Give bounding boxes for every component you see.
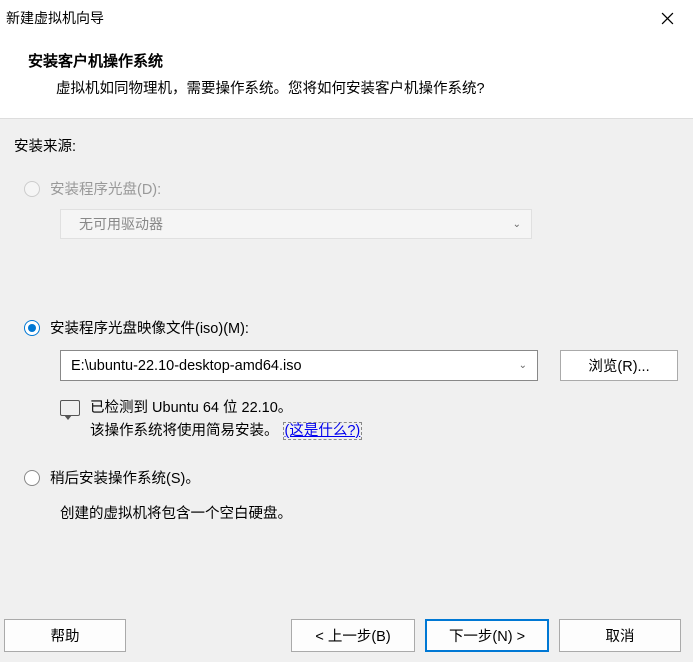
- iso-path-value: E:\ubuntu-22.10-desktop-amd64.iso: [71, 358, 302, 374]
- chevron-down-icon: ⌄: [513, 219, 521, 230]
- option-later-label: 稍后安装操作系统(S)。: [50, 467, 200, 488]
- back-button[interactable]: < 上一步(B): [291, 619, 415, 652]
- next-button[interactable]: 下一步(N) >: [425, 619, 549, 652]
- info-icon: [60, 400, 80, 416]
- title-bar: 新建虚拟机向导: [0, 0, 693, 36]
- cancel-button[interactable]: 取消: [559, 619, 681, 652]
- iso-row: E:\ubuntu-22.10-desktop-amd64.iso ⌄ 浏览(R…: [60, 350, 679, 381]
- options-group: 安装程序光盘(D): 无可用驱动器 ⌄ 安装程序光盘映像文件(iso)(M): …: [24, 178, 679, 523]
- page-subtitle: 虚拟机如同物理机，需要操作系统。您将如何安装客户机操作系统?: [56, 77, 683, 98]
- wizard-footer: 帮助 < 上一步(B) 下一步(N) > 取消: [0, 611, 693, 662]
- iso-path-combobox[interactable]: E:\ubuntu-22.10-desktop-amd64.iso ⌄: [60, 350, 538, 381]
- radio-iso: [24, 320, 40, 336]
- detection-info: 已检测到 Ubuntu 64 位 22.10。 该操作系统将使用简易安装。 (这…: [60, 397, 679, 443]
- disc-sub-control: 无可用驱动器 ⌄: [60, 209, 679, 239]
- radio-later: [24, 470, 40, 486]
- radio-disc: [24, 181, 40, 197]
- browse-button[interactable]: 浏览(R)...: [560, 350, 678, 381]
- wizard-content: 安装来源: 安装程序光盘(D): 无可用驱动器 ⌄ 安装程序光盘映像文件(iso…: [0, 119, 693, 611]
- wizard-header: 安装客户机操作系统 虚拟机如同物理机，需要操作系统。您将如何安装客户机操作系统?: [0, 36, 693, 119]
- chevron-down-icon: ⌄: [519, 360, 527, 371]
- help-button[interactable]: 帮助: [4, 619, 126, 652]
- disc-dropdown-value: 无可用驱动器: [79, 214, 163, 234]
- close-icon: [661, 12, 674, 25]
- later-description: 创建的虚拟机将包含一个空白硬盘。: [60, 502, 679, 523]
- page-title: 安装客户机操作系统: [28, 50, 683, 71]
- detected-line2: 该操作系统将使用简易安装。: [90, 423, 279, 439]
- close-button[interactable]: [645, 2, 689, 34]
- option-disc-label: 安装程序光盘(D):: [50, 178, 161, 199]
- install-source-label: 安装来源:: [14, 135, 679, 156]
- detected-line1: 已检测到 Ubuntu 64 位 22.10。: [90, 400, 292, 416]
- detection-text: 已检测到 Ubuntu 64 位 22.10。 该操作系统将使用简易安装。 (这…: [90, 397, 362, 443]
- option-disc[interactable]: 安装程序光盘(D):: [24, 178, 679, 199]
- disc-drive-dropdown: 无可用驱动器 ⌄: [60, 209, 532, 239]
- option-iso[interactable]: 安装程序光盘映像文件(iso)(M):: [24, 317, 679, 338]
- window-title: 新建虚拟机向导: [4, 8, 104, 28]
- option-later[interactable]: 稍后安装操作系统(S)。: [24, 467, 679, 488]
- option-iso-label: 安装程序光盘映像文件(iso)(M):: [50, 317, 249, 338]
- whats-this-link[interactable]: (这是什么?): [283, 422, 363, 440]
